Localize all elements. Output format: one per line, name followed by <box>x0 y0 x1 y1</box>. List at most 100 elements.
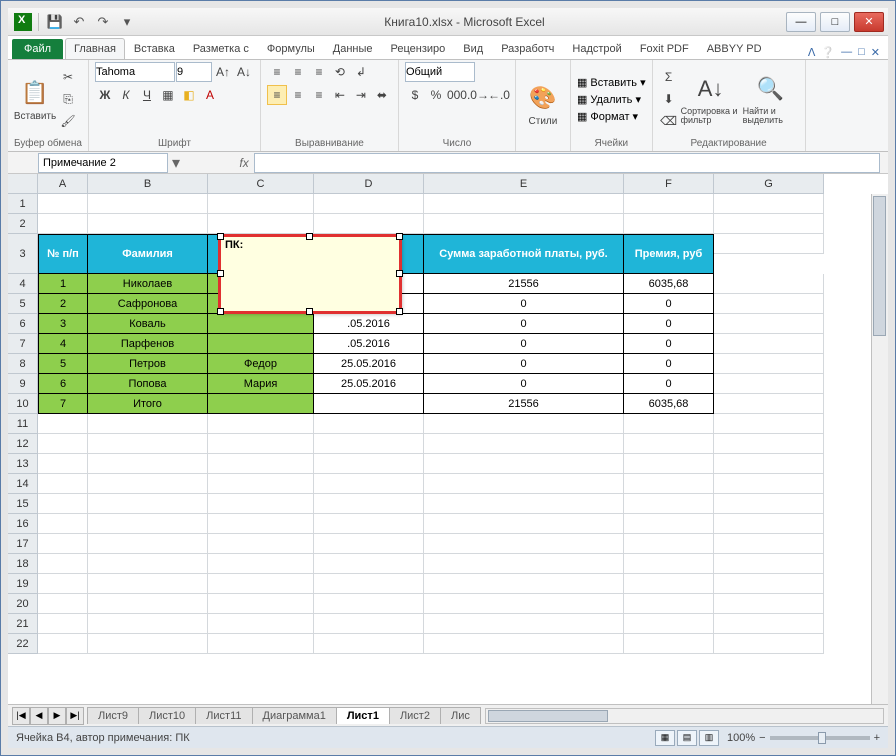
sheet-tab[interactable]: Лист10 <box>138 707 196 724</box>
namebox-dropdown-icon[interactable]: ▾ <box>168 153 184 173</box>
cell[interactable]: Премия, руб <box>624 234 714 274</box>
cell[interactable] <box>624 454 714 474</box>
row-header[interactable]: 5 <box>8 294 38 314</box>
row-header[interactable]: 8 <box>8 354 38 374</box>
cell[interactable] <box>208 194 314 214</box>
cell[interactable] <box>208 314 314 334</box>
cell[interactable] <box>424 614 624 634</box>
cell[interactable] <box>38 494 88 514</box>
redo-button[interactable]: ↷ <box>93 12 113 32</box>
cell[interactable]: 2 <box>38 294 88 314</box>
cell[interactable] <box>624 214 714 234</box>
cell[interactable] <box>424 194 624 214</box>
row-header[interactable]: 16 <box>8 514 38 534</box>
row-header[interactable]: 3 <box>8 234 38 274</box>
minimize-ribbon-icon[interactable]: ᐱ <box>808 46 816 59</box>
currency-button[interactable]: $ <box>405 85 425 105</box>
cell[interactable] <box>38 214 88 234</box>
cell[interactable] <box>714 314 824 334</box>
cell[interactable]: 0 <box>624 294 714 314</box>
cell[interactable] <box>314 494 424 514</box>
cell[interactable] <box>314 574 424 594</box>
cell[interactable] <box>314 554 424 574</box>
underline-button[interactable]: Ч <box>137 85 157 105</box>
cell[interactable] <box>38 194 88 214</box>
shrink-font-button[interactable]: A↓ <box>234 62 254 82</box>
row-header[interactable]: 14 <box>8 474 38 494</box>
name-box[interactable] <box>38 153 168 173</box>
cell[interactable] <box>714 274 824 294</box>
column-header[interactable]: G <box>714 174 824 194</box>
cell[interactable] <box>38 634 88 654</box>
cell[interactable]: 0 <box>424 354 624 374</box>
cell[interactable] <box>314 514 424 534</box>
cell[interactable] <box>208 494 314 514</box>
styles-button[interactable]: 🎨 Стили <box>522 62 564 147</box>
cell[interactable] <box>714 414 824 434</box>
cell[interactable]: 25.05.2016 <box>314 374 424 394</box>
cell[interactable] <box>88 574 208 594</box>
vertical-scrollbar[interactable] <box>871 194 888 704</box>
row-header[interactable]: 17 <box>8 534 38 554</box>
cell[interactable] <box>38 574 88 594</box>
cell[interactable]: .05.2016 <box>314 314 424 334</box>
comma-button[interactable]: 000 <box>447 85 467 105</box>
cell[interactable] <box>314 454 424 474</box>
wrap-text-button[interactable]: ↲ <box>351 62 371 82</box>
cell[interactable] <box>714 574 824 594</box>
cell[interactable] <box>208 474 314 494</box>
cell[interactable] <box>714 614 824 634</box>
row-header[interactable]: 12 <box>8 434 38 454</box>
cell[interactable] <box>424 554 624 574</box>
cell[interactable] <box>624 434 714 454</box>
cell[interactable] <box>714 534 824 554</box>
grow-font-button[interactable]: A↑ <box>213 62 233 82</box>
sheet-nav-next[interactable]: ▶ <box>48 707 66 725</box>
cell[interactable] <box>714 294 824 314</box>
select-all-corner[interactable] <box>8 174 38 194</box>
cell[interactable]: 7 <box>38 394 88 414</box>
cell[interactable]: .05.2016 <box>314 334 424 354</box>
cell[interactable] <box>424 634 624 654</box>
cell[interactable]: 0 <box>424 314 624 334</box>
cell[interactable]: Сафронова <box>88 294 208 314</box>
fill-button[interactable]: ⬇ <box>659 89 679 109</box>
close-button[interactable]: ✕ <box>854 12 884 32</box>
cell[interactable] <box>624 554 714 574</box>
sheet-tab[interactable]: Лист11 <box>195 707 252 724</box>
wb-restore-icon[interactable]: □ <box>858 46 865 59</box>
row-header[interactable]: 15 <box>8 494 38 514</box>
cell[interactable]: 3 <box>38 314 88 334</box>
cell[interactable] <box>714 634 824 654</box>
sheet-nav-last[interactable]: ▶| <box>66 707 84 725</box>
cell[interactable] <box>714 554 824 574</box>
row-header[interactable]: 20 <box>8 594 38 614</box>
cell[interactable] <box>714 434 824 454</box>
cell[interactable]: Петров <box>88 354 208 374</box>
row-header[interactable]: 13 <box>8 454 38 474</box>
cell[interactable] <box>38 554 88 574</box>
cell[interactable] <box>314 634 424 654</box>
cell[interactable] <box>208 454 314 474</box>
border-button[interactable]: ▦ <box>158 85 178 105</box>
tab-developer[interactable]: Разработч <box>492 38 563 59</box>
delete-cells-button[interactable]: ▦ Удалить ▾ <box>577 93 646 106</box>
tab-view[interactable]: Вид <box>454 38 492 59</box>
cell[interactable]: 0 <box>624 374 714 394</box>
cell[interactable]: 0 <box>424 334 624 354</box>
cell[interactable]: Коваль <box>88 314 208 334</box>
wb-min-icon[interactable]: — <box>841 46 852 59</box>
zoom-value[interactable]: 100% <box>727 732 755 744</box>
row-header[interactable]: 19 <box>8 574 38 594</box>
cell[interactable] <box>314 394 424 414</box>
view-normal-button[interactable]: ▦ <box>655 730 675 746</box>
comment-box[interactable]: ПК: <box>220 236 400 312</box>
row-header[interactable]: 6 <box>8 314 38 334</box>
percent-button[interactable]: % <box>426 85 446 105</box>
cell[interactable]: Попова <box>88 374 208 394</box>
cell[interactable]: Сумма заработной платы, руб. <box>424 234 624 274</box>
sheet-tab[interactable]: Лист9 <box>87 707 139 724</box>
cell[interactable]: Итого <box>88 394 208 414</box>
cell[interactable] <box>624 414 714 434</box>
number-format-select[interactable] <box>405 62 475 82</box>
